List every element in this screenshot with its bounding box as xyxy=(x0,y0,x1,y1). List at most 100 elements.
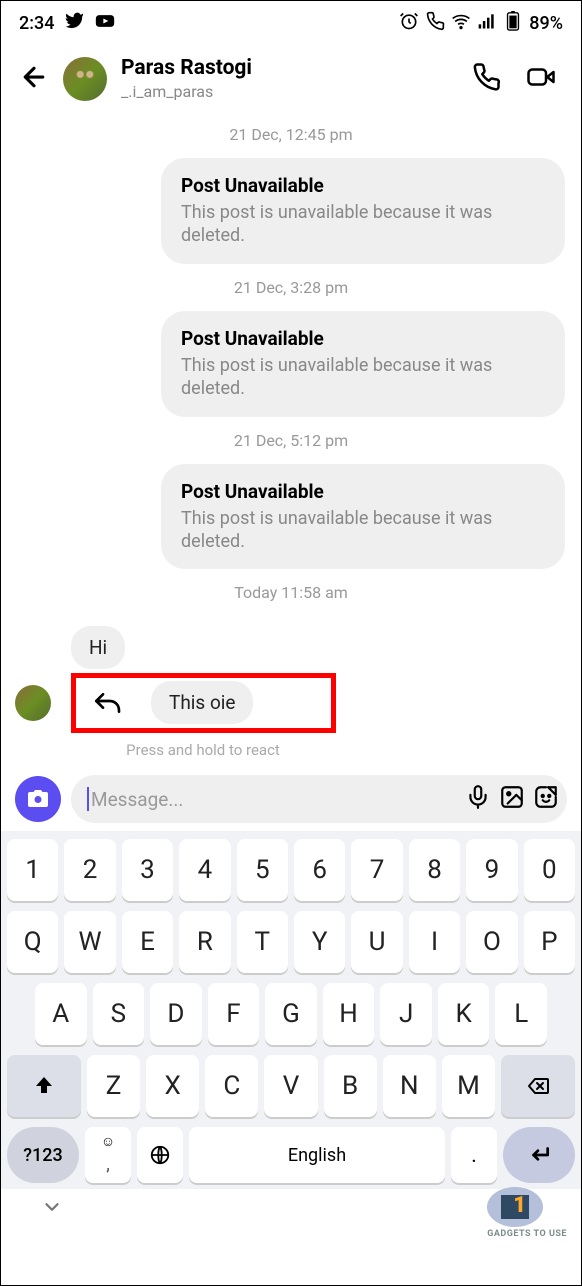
key-g[interactable]: G xyxy=(265,983,317,1045)
contact-name: Paras Rastogi xyxy=(121,56,457,80)
key-z[interactable]: Z xyxy=(87,1055,140,1117)
status-time: 2:34 xyxy=(19,13,54,34)
key-5[interactable]: 5 xyxy=(237,839,288,901)
message-input-pill[interactable] xyxy=(71,775,567,823)
key-mode-switch[interactable]: ?123 xyxy=(7,1127,79,1183)
sticker-button[interactable] xyxy=(533,784,559,814)
signal-icon xyxy=(477,11,497,36)
twitter-icon xyxy=(64,11,84,36)
nav-collapse-icon[interactable] xyxy=(41,1196,63,1222)
key-o[interactable]: O xyxy=(466,911,517,973)
key-t[interactable]: T xyxy=(237,911,288,973)
key-m[interactable]: M xyxy=(442,1055,495,1117)
react-hint: Press and hold to react xyxy=(93,741,313,759)
watermark-logo xyxy=(487,1187,543,1227)
keyboard: 1 2 3 4 5 6 7 8 9 0 Q W E R T Y U I O P … xyxy=(1,831,581,1189)
status-left: 2:34 xyxy=(19,11,116,36)
bubble-body: This post is unavailable because it was … xyxy=(181,354,545,401)
key-3[interactable]: 3 xyxy=(122,839,173,901)
key-i[interactable]: I xyxy=(409,911,460,973)
key-backspace[interactable] xyxy=(501,1055,575,1117)
bubble-title: Post Unavailable xyxy=(181,327,545,350)
key-space[interactable]: English xyxy=(189,1127,445,1183)
key-u[interactable]: U xyxy=(351,911,402,973)
alarm-icon xyxy=(399,11,419,36)
wifi-icon xyxy=(451,11,471,36)
bubble-body: This post is unavailable because it was … xyxy=(181,507,545,554)
key-7[interactable]: 7 xyxy=(351,839,402,901)
camera-button[interactable] xyxy=(15,776,61,822)
messages-area[interactable]: 21 Dec, 12:45 pm Post Unavailable This p… xyxy=(1,125,581,759)
key-9[interactable]: 9 xyxy=(466,839,517,901)
key-d[interactable]: D xyxy=(150,983,202,1045)
key-c[interactable]: C xyxy=(205,1055,258,1117)
battery-icon xyxy=(503,11,523,36)
key-2[interactable]: 2 xyxy=(64,839,115,901)
timestamp: 21 Dec, 5:12 pm xyxy=(13,431,569,450)
key-r[interactable]: R xyxy=(179,911,230,973)
message-bubble-hi[interactable]: Hi xyxy=(71,626,125,669)
key-6[interactable]: 6 xyxy=(294,839,345,901)
audio-call-button[interactable] xyxy=(471,62,501,96)
bubble-title: Post Unavailable xyxy=(181,174,545,197)
key-4[interactable]: 4 xyxy=(179,839,230,901)
keyboard-row-1: 1 2 3 4 5 6 7 8 9 0 xyxy=(7,839,575,901)
back-button[interactable] xyxy=(19,62,49,96)
key-shift[interactable] xyxy=(7,1055,81,1117)
contact-name-block[interactable]: Paras Rastogi _.i_am_paras xyxy=(121,56,457,101)
message-input[interactable] xyxy=(91,788,457,811)
key-n[interactable]: N xyxy=(383,1055,436,1117)
mic-button[interactable] xyxy=(465,784,491,814)
key-w[interactable]: W xyxy=(64,911,115,973)
key-f[interactable]: F xyxy=(208,983,260,1045)
key-h[interactable]: H xyxy=(323,983,375,1045)
key-v[interactable]: V xyxy=(264,1055,317,1117)
status-right: 89% xyxy=(399,11,563,36)
key-a[interactable]: A xyxy=(35,983,87,1045)
timestamp: 21 Dec, 12:45 pm xyxy=(13,125,569,144)
key-e[interactable]: E xyxy=(122,911,173,973)
timestamp: Today 11:58 am xyxy=(13,583,569,602)
gallery-button[interactable] xyxy=(499,784,525,814)
key-s[interactable]: S xyxy=(93,983,145,1045)
key-p[interactable]: P xyxy=(524,911,575,973)
key-q[interactable]: Q xyxy=(7,911,58,973)
battery-percent: 89% xyxy=(529,13,563,34)
key-enter[interactable] xyxy=(503,1127,575,1183)
keyboard-row-3: A S D F G H J K L xyxy=(7,983,575,1045)
key-language[interactable] xyxy=(137,1127,183,1183)
keyboard-bottom-row: ?123 ☺, English . xyxy=(7,1127,575,1183)
post-unavailable-bubble[interactable]: Post Unavailable This post is unavailabl… xyxy=(161,311,565,417)
youtube-icon xyxy=(94,11,116,36)
key-1[interactable]: 1 xyxy=(7,839,58,901)
key-period[interactable]: . xyxy=(451,1127,497,1183)
text-cursor xyxy=(87,787,89,811)
key-l[interactable]: L xyxy=(495,983,547,1045)
swiped-message-row: This oie xyxy=(13,673,569,737)
chat-header: Paras Rastogi _.i_am_paras xyxy=(1,42,581,111)
message-avatar[interactable] xyxy=(15,685,51,721)
video-call-button[interactable] xyxy=(525,62,557,96)
post-unavailable-bubble[interactable]: Post Unavailable This post is unavailabl… xyxy=(161,158,565,264)
keyboard-row-4: Z X C V B N M xyxy=(7,1055,575,1117)
watermark: GADGETS TO USE xyxy=(487,1187,567,1239)
key-j[interactable]: J xyxy=(380,983,432,1045)
message-bubble-swiped[interactable]: This oie xyxy=(151,681,253,724)
contact-handle: _.i_am_paras xyxy=(121,82,457,101)
post-unavailable-bubble[interactable]: Post Unavailable This post is unavailabl… xyxy=(161,464,565,570)
reply-arrow-icon xyxy=(91,689,123,725)
contact-avatar[interactable] xyxy=(63,57,107,101)
key-x[interactable]: X xyxy=(146,1055,199,1117)
keyboard-row-2: Q W E R T Y U I O P xyxy=(7,911,575,973)
key-0[interactable]: 0 xyxy=(524,839,575,901)
key-emoji[interactable]: ☺, xyxy=(85,1127,131,1183)
composer xyxy=(1,769,581,831)
bubble-body: This post is unavailable because it was … xyxy=(181,201,545,248)
key-8[interactable]: 8 xyxy=(409,839,460,901)
watermark-text: GADGETS TO USE xyxy=(487,1229,567,1239)
status-bar: 2:34 89% xyxy=(1,1,581,42)
key-k[interactable]: K xyxy=(438,983,490,1045)
key-y[interactable]: Y xyxy=(294,911,345,973)
timestamp: 21 Dec, 3:28 pm xyxy=(13,278,569,297)
key-b[interactable]: B xyxy=(324,1055,377,1117)
